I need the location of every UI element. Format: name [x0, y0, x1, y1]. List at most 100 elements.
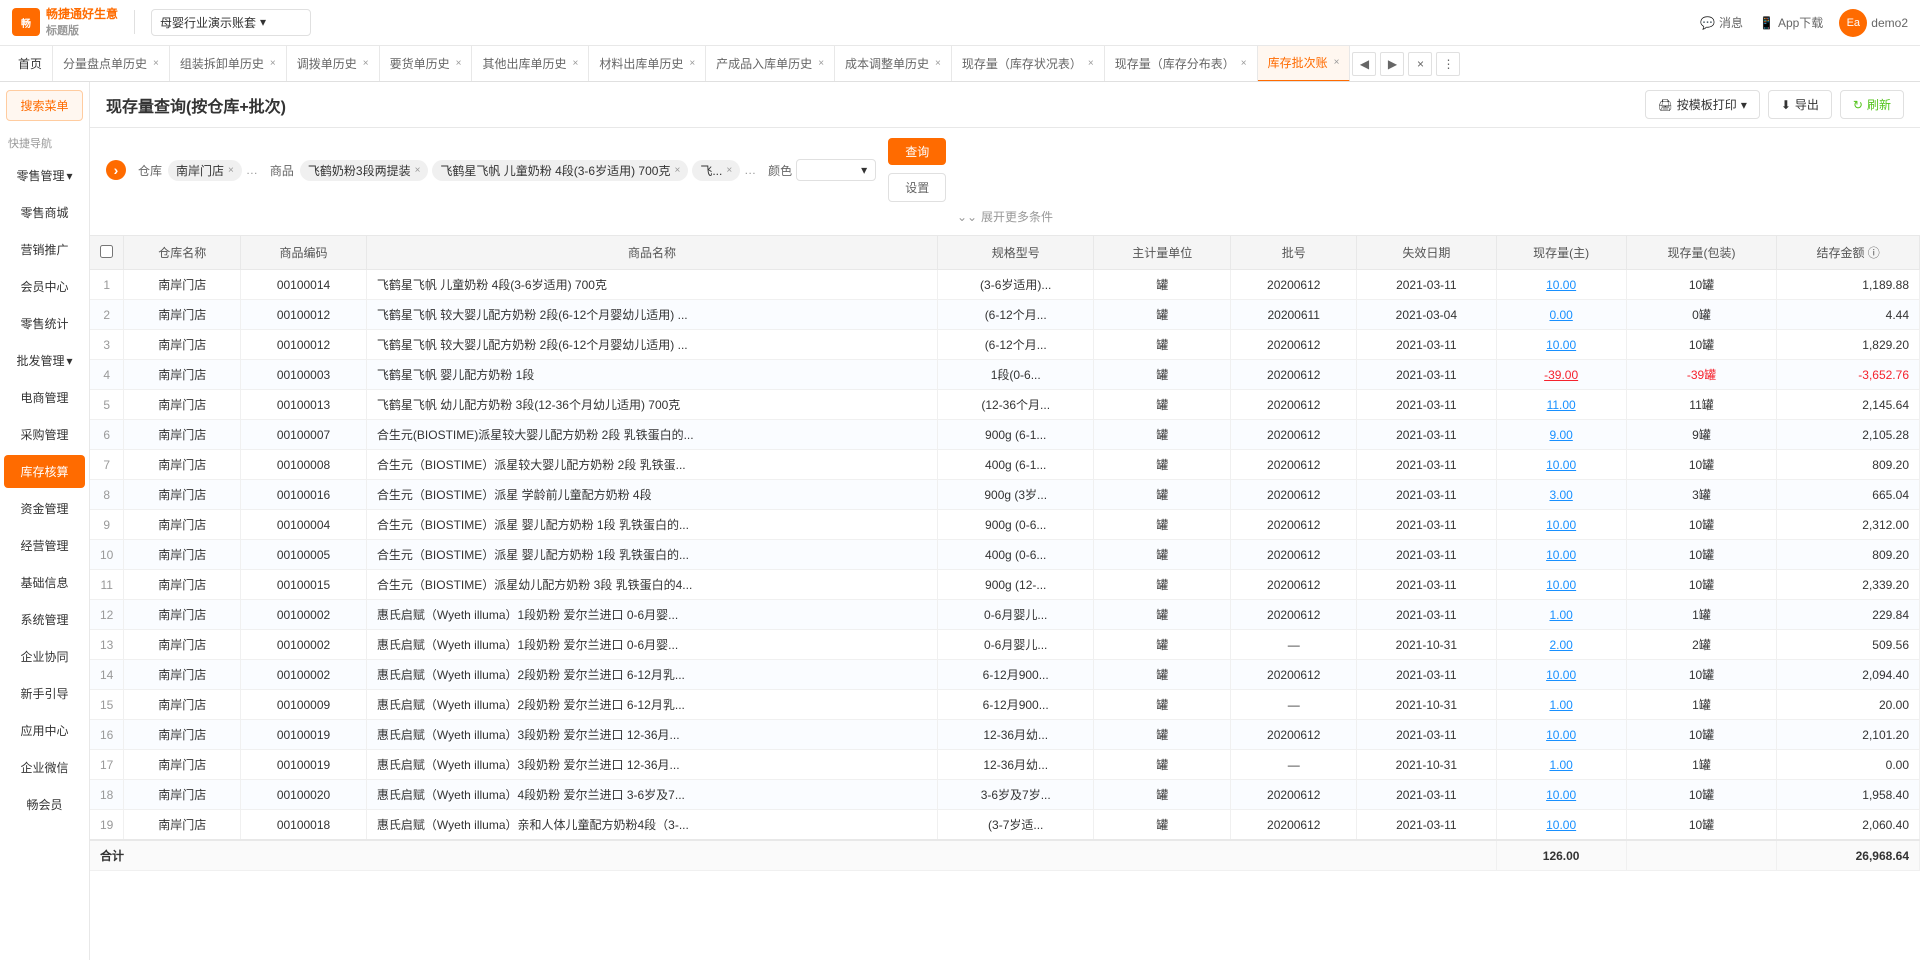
sidebar-item-finance[interactable]: 资金管理 [4, 492, 85, 525]
cell-qty-main[interactable]: -39.00 [1496, 360, 1626, 390]
product-tag-2[interactable]: 飞鹤星飞帆 儿童奶粉 4段(3-6岁适用) 700克 × [432, 160, 688, 181]
settings-btn[interactable]: 设置 [888, 173, 946, 202]
cell-warehouse: 南岸门店 [124, 480, 241, 510]
sidebar-item-ecommerce[interactable]: 电商管理 [4, 381, 85, 414]
product-more[interactable]: … [744, 163, 756, 177]
product-tag-3[interactable]: 飞... × [692, 160, 740, 181]
warehouse-tag-nanang[interactable]: 南岸门店 × [168, 160, 242, 181]
cell-expire: 2021-10-31 [1357, 630, 1496, 660]
cell-qty-main[interactable]: 1.00 [1496, 600, 1626, 630]
cell-qty-main[interactable]: 10.00 [1496, 720, 1626, 750]
cell-qty-main[interactable]: 2.00 [1496, 630, 1626, 660]
tab-close-8[interactable]: × [935, 58, 941, 69]
tab-close-3[interactable]: × [363, 58, 369, 69]
cell-qty-main[interactable]: 10.00 [1496, 810, 1626, 841]
tab-close-all[interactable]: × [1408, 52, 1432, 76]
sidebar-item-wechat[interactable]: 企业微信 [4, 751, 85, 784]
sidebar-item-retail-stats[interactable]: 零售统计 [4, 307, 85, 340]
cell-num: 6 [90, 420, 124, 450]
sidebar-item-guide[interactable]: 新手引导 [4, 677, 85, 710]
tab-prev[interactable]: ◀ [1352, 52, 1376, 76]
sidebar-item-system[interactable]: 系统管理 [4, 603, 85, 636]
cell-amount: 509.56 [1777, 630, 1920, 660]
color-dropdown[interactable]: ▾ [796, 159, 876, 181]
cell-qty-main[interactable]: 0.00 [1496, 300, 1626, 330]
tab-10[interactable]: 现存量（库存分布表）× [1105, 46, 1258, 82]
sidebar-item-enterprise[interactable]: 企业协同 [4, 640, 85, 673]
cell-unit: 罐 [1094, 810, 1231, 841]
cell-qty-main[interactable]: 10.00 [1496, 660, 1626, 690]
product-tag-1-close[interactable]: × [415, 165, 421, 176]
tab-4[interactable]: 要货单历史 × [380, 46, 473, 82]
cell-qty-main[interactable]: 10.00 [1496, 330, 1626, 360]
tab-11-active[interactable]: 库存批次账 × [1258, 46, 1351, 82]
tab-close-6[interactable]: × [689, 58, 695, 69]
sidebar-item-retail-mgmt[interactable]: 零售管理 ▾ [4, 159, 85, 192]
product-tag-3-close[interactable]: × [726, 165, 732, 176]
sidebar-item-member[interactable]: 会员中心 [4, 270, 85, 303]
cell-qty-main[interactable]: 3.00 [1496, 480, 1626, 510]
sidebar-item-operations[interactable]: 经营管理 [4, 529, 85, 562]
cell-qty-main[interactable]: 10.00 [1496, 510, 1626, 540]
tab-menu[interactable]: ⋮ [1436, 52, 1460, 76]
search-menu-btn[interactable]: 搜索菜单 [6, 90, 83, 121]
cell-qty-main[interactable]: 10.00 [1496, 270, 1626, 300]
store-selector[interactable]: 母婴行业演示账套 ▾ [151, 9, 311, 36]
cell-qty-main[interactable]: 11.00 [1496, 390, 1626, 420]
tab-2[interactable]: 组装拆卸单历史 × [170, 46, 287, 82]
sidebar-item-retail-mall[interactable]: 零售商城 [4, 196, 85, 229]
table-row: 15 南岸门店 00100009 惠氏启赋（Wyeth illuma）2段奶粉 … [90, 690, 1920, 720]
sidebar-item-apps[interactable]: 应用中心 [4, 714, 85, 747]
tab-close-11[interactable]: × [1334, 57, 1340, 68]
tab-8[interactable]: 成本调整单历史 × [835, 46, 952, 82]
message-btn[interactable]: 💬 消息 [1700, 14, 1743, 31]
tab-close-1[interactable]: × [153, 58, 159, 69]
warehouse-tag-close[interactable]: × [228, 165, 234, 176]
tab-1[interactable]: 分量盘点单历史 × [53, 46, 170, 82]
select-all-checkbox[interactable] [100, 245, 113, 258]
cell-qty-main[interactable]: 1.00 [1496, 750, 1626, 780]
tab-close-10[interactable]: × [1241, 58, 1247, 69]
cell-qty-main[interactable]: 1.00 [1496, 690, 1626, 720]
cell-qty-main[interactable]: 10.00 [1496, 540, 1626, 570]
product-tag-2-close[interactable]: × [674, 165, 680, 176]
product-tag-1[interactable]: 飞鹤奶粉3段两提装 × [300, 160, 429, 181]
filter-expand-row[interactable]: ⌄⌄ 展开更多条件 [106, 208, 1904, 225]
cell-qty-main[interactable]: 10.00 [1496, 450, 1626, 480]
table-row: 16 南岸门店 00100019 惠氏启赋（Wyeth illuma）3段奶粉 … [90, 720, 1920, 750]
sidebar-item-member2[interactable]: 畅会员 [4, 788, 85, 821]
tab-next[interactable]: ▶ [1380, 52, 1404, 76]
tab-close-7[interactable]: × [818, 58, 824, 69]
sidebar-item-marketing[interactable]: 营销推广 [4, 233, 85, 266]
table-row: 5 南岸门店 00100013 飞鹤星飞帆 幼儿配方奶粉 3段(12-36个月幼… [90, 390, 1920, 420]
cell-code: 00100019 [241, 750, 367, 780]
cell-unit: 罐 [1094, 360, 1231, 390]
filter-expand-btn[interactable]: › [106, 160, 126, 180]
tab-9[interactable]: 现存量（库存状况表）× [952, 46, 1105, 82]
export-btn[interactable]: ⬇ 导出 [1768, 90, 1832, 119]
tab-3[interactable]: 调拨单历史 × [287, 46, 380, 82]
print-btn[interactable]: 🖨 按模板打印 ▾ [1645, 90, 1760, 119]
sidebar-search-area: 搜索菜单 [0, 82, 89, 129]
tab-home[interactable]: 首页 [8, 46, 53, 82]
tab-close-5[interactable]: × [572, 58, 578, 69]
cell-qty-main[interactable]: 9.00 [1496, 420, 1626, 450]
tab-close-4[interactable]: × [456, 58, 462, 69]
user-avatar[interactable]: Ea demo2 [1839, 9, 1908, 37]
tab-6[interactable]: 材料出库单历史 × [589, 46, 706, 82]
sidebar-item-wholesale[interactable]: 批发管理 ▾ [4, 344, 85, 377]
sidebar-item-basic[interactable]: 基础信息 [4, 566, 85, 599]
sidebar-item-purchase[interactable]: 采购管理 [4, 418, 85, 451]
tab-close-2[interactable]: × [270, 58, 276, 69]
sidebar-item-inventory[interactable]: 库存核算 [4, 455, 85, 488]
cell-qty-main[interactable]: 10.00 [1496, 780, 1626, 810]
cell-qty-main[interactable]: 10.00 [1496, 570, 1626, 600]
warehouse-more[interactable]: … [246, 163, 258, 177]
tab-5[interactable]: 其他出库单历史 × [472, 46, 589, 82]
cell-warehouse: 南岸门店 [124, 360, 241, 390]
query-btn[interactable]: 查询 [888, 138, 946, 165]
tab-7[interactable]: 产成品入库单历史 × [706, 46, 835, 82]
tab-close-9[interactable]: × [1088, 58, 1094, 69]
app-download-btn[interactable]: 📱 App下载 [1759, 14, 1823, 31]
refresh-btn[interactable]: ↻ 刷新 [1840, 90, 1904, 119]
